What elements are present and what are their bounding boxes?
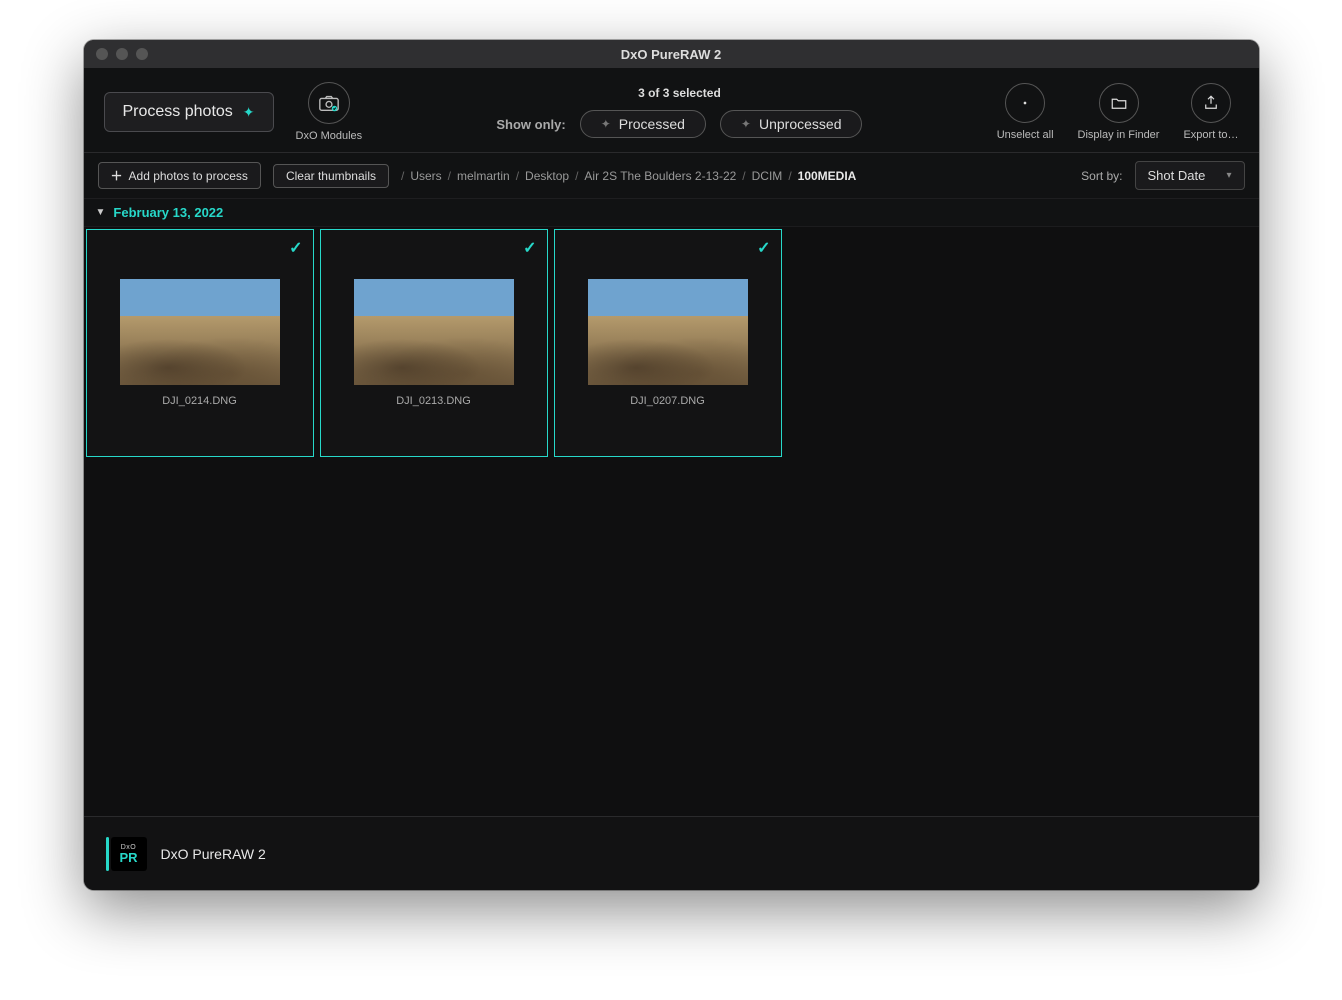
breadcrumb-segment[interactable]: Air 2S The Boulders 2-13-22 xyxy=(584,169,736,183)
unselect-icon xyxy=(1017,95,1033,111)
date-group-header: ▼ February 13, 2022 xyxy=(84,199,1259,227)
show-only-label: Show only: xyxy=(496,117,565,132)
folder-icon xyxy=(1110,94,1128,112)
thumbnail[interactable]: ✓ DJI_0213.DNG xyxy=(320,229,548,457)
breadcrumb-segment[interactable]: Desktop xyxy=(525,169,569,183)
unselect-all-label: Unselect all xyxy=(997,129,1054,141)
breadcrumb: / Users / melmartin / Desktop / Air 2S The Boul… xyxy=(401,169,1069,183)
display-in-finder-label: Display in Finder xyxy=(1078,129,1160,141)
camera-icon xyxy=(318,92,340,114)
dxo-modules-button[interactable]: DxO Modules xyxy=(296,82,363,142)
breadcrumb-segment[interactable]: 100MEDIA xyxy=(798,169,857,183)
titlebar: DxO PureRAW 2 xyxy=(84,40,1259,68)
app-window: DxO PureRAW 2 Process photos ✦ DxO Modul… xyxy=(84,40,1259,890)
minimize-window-button[interactable] xyxy=(116,48,128,60)
add-photos-button[interactable]: ＋ Add photos to process xyxy=(98,162,261,189)
filter-unprocessed-button[interactable]: ✦ Unprocessed xyxy=(720,110,863,138)
secondary-toolbar: ＋ Add photos to process Clear thumbnails… xyxy=(84,153,1259,199)
sparkle-icon: ✦ xyxy=(601,117,611,131)
selected-check-icon: ✓ xyxy=(523,238,536,258)
sort-by-label: Sort by: xyxy=(1081,169,1122,183)
filter-unprocessed-label: Unprocessed xyxy=(759,116,842,132)
breadcrumb-separator: / xyxy=(788,169,791,183)
close-window-button[interactable] xyxy=(96,48,108,60)
breadcrumb-separator: / xyxy=(448,169,451,183)
selected-check-icon: ✓ xyxy=(289,238,302,258)
toolbar-center: 3 of 3 selected Show only: ✦ Processed ✦… xyxy=(362,86,997,138)
filter-processed-label: Processed xyxy=(619,116,685,132)
main-toolbar: Process photos ✦ DxO Modules 3 of 3 sele… xyxy=(84,68,1259,153)
thumbnail-filename: DJI_0213.DNG xyxy=(396,395,471,407)
thumbnail[interactable]: ✓ DJI_0207.DNG xyxy=(554,229,782,457)
zoom-window-button[interactable] xyxy=(136,48,148,60)
filter-processed-button[interactable]: ✦ Processed xyxy=(580,110,706,138)
clear-thumbnails-label: Clear thumbnails xyxy=(286,169,376,183)
thumbnail-filename: DJI_0207.DNG xyxy=(630,395,705,407)
export-icon xyxy=(1202,94,1220,112)
sparkle-icon: ✦ xyxy=(741,117,751,131)
selected-check-icon: ✓ xyxy=(757,238,770,258)
clear-thumbnails-button[interactable]: Clear thumbnails xyxy=(273,164,389,188)
app-name: DxO PureRAW 2 xyxy=(161,846,266,862)
breadcrumb-segment[interactable]: DCIM xyxy=(752,169,783,183)
breadcrumb-separator: / xyxy=(401,169,404,183)
process-photos-label: Process photos xyxy=(123,103,233,121)
thumbnail-image xyxy=(354,279,514,385)
group-date: February 13, 2022 xyxy=(113,205,223,220)
thumbnail-grid: ✓ DJI_0214.DNG ✓ DJI_0213.DNG ✓ DJI_0207.DNG xyxy=(84,227,1259,816)
sort-value: Shot Date xyxy=(1148,168,1206,183)
thumbnail[interactable]: ✓ DJI_0214.DNG xyxy=(86,229,314,457)
thumbnail-image xyxy=(588,279,748,385)
display-in-finder-button[interactable]: Display in Finder xyxy=(1078,83,1160,141)
add-photos-label: Add photos to process xyxy=(129,169,248,183)
sparkle-icon: ✦ xyxy=(243,104,255,121)
window-controls xyxy=(84,48,148,60)
plus-icon: ＋ xyxy=(111,167,123,184)
breadcrumb-separator: / xyxy=(516,169,519,183)
breadcrumb-separator: / xyxy=(742,169,745,183)
window-title: DxO PureRAW 2 xyxy=(84,47,1259,62)
filter-row: Show only: ✦ Processed ✦ Unprocessed xyxy=(496,110,862,138)
selection-count: 3 of 3 selected xyxy=(638,86,721,100)
app-logo: DxO PR xyxy=(106,837,147,871)
toolbar-right-actions: Unselect all Display in Finder Export to… xyxy=(997,83,1239,141)
sort-select[interactable]: Shot Date ▾ xyxy=(1135,161,1245,190)
dxo-modules-label: DxO Modules xyxy=(296,130,363,142)
thumbnail-filename: DJI_0214.DNG xyxy=(162,395,237,407)
export-to-button[interactable]: Export to… xyxy=(1183,83,1238,141)
breadcrumb-segment[interactable]: Users xyxy=(410,169,441,183)
process-photos-button[interactable]: Process photos ✦ xyxy=(104,92,274,132)
status-bar: DxO PR DxO PureRAW 2 xyxy=(84,816,1259,890)
unselect-all-button[interactable]: Unselect all xyxy=(997,83,1054,141)
thumbnail-image xyxy=(120,279,280,385)
export-to-label: Export to… xyxy=(1183,129,1238,141)
collapse-toggle[interactable]: ▼ xyxy=(96,207,106,218)
breadcrumb-segment[interactable]: melmartin xyxy=(457,169,510,183)
chevron-down-icon: ▾ xyxy=(1226,170,1231,181)
breadcrumb-separator: / xyxy=(575,169,578,183)
